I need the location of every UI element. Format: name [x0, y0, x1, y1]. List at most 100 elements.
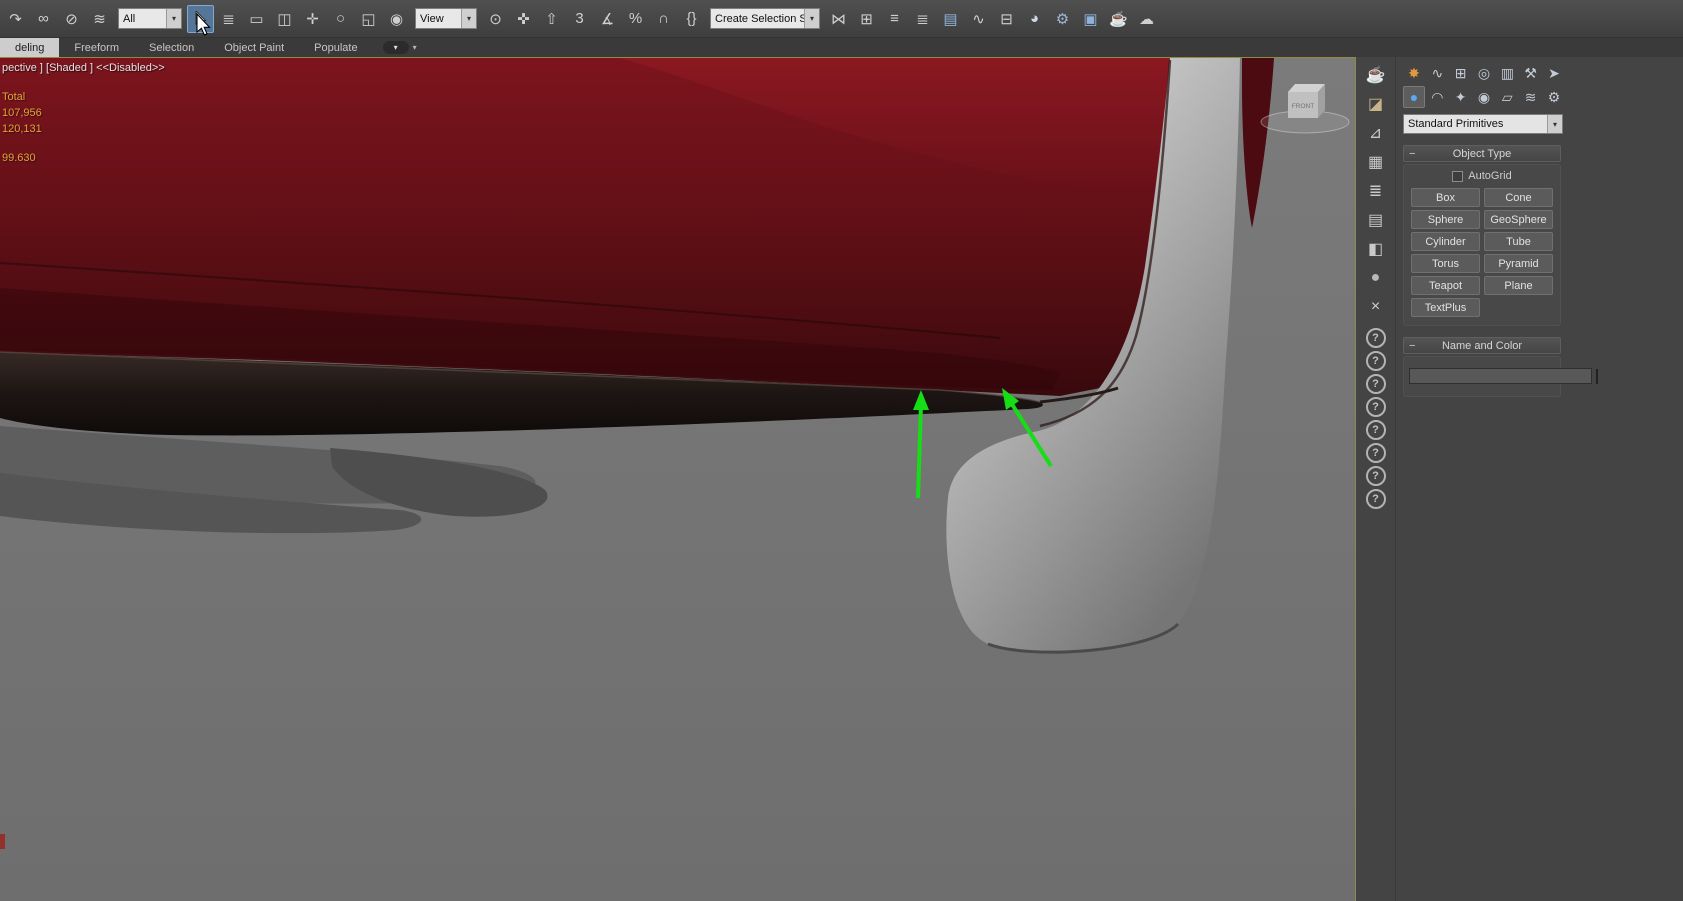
panel-overflow[interactable]: ➤	[1543, 62, 1565, 84]
command-panel: ✸ ∿ ⊞ ◎ ▥ ⚒ ➤ ● ◠ ✦ ◉ ▱ ≋ ⚙ Standard Pri…	[1395, 57, 1683, 901]
dropdown-arrow-icon[interactable]: ▾	[804, 9, 819, 28]
edit-named-selection-sets-button[interactable]: {}	[678, 5, 705, 33]
primitives-dropdown-value: Standard Primitives	[1408, 118, 1504, 130]
category-cameras[interactable]: ◉	[1473, 86, 1495, 108]
measure-icon[interactable]: ⊿	[1364, 122, 1388, 143]
material-editor-button[interactable]: ◕	[1021, 5, 1048, 33]
window-crossing-toggle[interactable]: ◫	[271, 5, 298, 33]
tab-modify[interactable]: ∿	[1426, 62, 1448, 84]
teapot-button[interactable]: Teapot	[1411, 276, 1480, 295]
box-button[interactable]: Box	[1411, 188, 1480, 207]
tab-create[interactable]: ✸	[1403, 62, 1425, 84]
category-helpers[interactable]: ▱	[1496, 86, 1518, 108]
cylinder-button[interactable]: Cylinder	[1411, 232, 1480, 251]
select-and-place-button[interactable]: ◉	[383, 5, 410, 33]
viewport-label[interactable]: pective ] [Shaded ] <<Disabled>>	[2, 62, 165, 74]
category-lights[interactable]: ✦	[1450, 86, 1472, 108]
dropdown-arrow-icon[interactable]: ▾	[166, 9, 181, 28]
render-teapot-icon[interactable]: ☕	[1364, 64, 1388, 85]
mirror-button[interactable]: ⋈	[825, 5, 852, 33]
reference-coordinate-system-dropdown[interactable]: View ▾	[415, 8, 477, 29]
torus-button[interactable]: Torus	[1411, 254, 1480, 273]
object-type-rollout-header[interactable]: − Object Type	[1403, 145, 1561, 162]
render-in-cloud-button[interactable]: ☁	[1133, 5, 1160, 33]
help-icon[interactable]: ?	[1365, 328, 1386, 348]
docked-side-toolbar: ☕ ◪ ⊿ ▦ ≣ ▤ ◧ ● × ? ? ? ? ? ? ? ?	[1356, 57, 1395, 901]
help-icon[interactable]: ?	[1365, 443, 1386, 463]
tab-modeling[interactable]: deling	[0, 38, 60, 57]
bind-to-space-warp-button[interactable]: ≋	[86, 5, 113, 33]
help-icon[interactable]: ?	[1365, 466, 1386, 486]
delete-icon[interactable]: ×	[1364, 296, 1388, 317]
checker-pattern-icon[interactable]: ▦	[1364, 151, 1388, 172]
pyramid-button[interactable]: Pyramid	[1484, 254, 1553, 273]
tab-utilities[interactable]: ⚒	[1520, 62, 1542, 84]
rectangular-selection-region-button[interactable]: ▭	[243, 5, 270, 33]
autogrid-checkbox[interactable]	[1452, 170, 1464, 182]
toggle-layer-explorer-button[interactable]: ≣	[909, 5, 936, 33]
object-name-input[interactable]	[1409, 368, 1592, 384]
dropdown-arrow-icon[interactable]: ▾	[461, 9, 476, 28]
tab-populate[interactable]: Populate	[299, 38, 372, 57]
use-pivot-point-center-button[interactable]: ⊙	[482, 5, 509, 33]
tab-freeform[interactable]: Freeform	[59, 38, 134, 57]
help-icon[interactable]: ?	[1365, 397, 1386, 417]
tab-motion[interactable]: ◎	[1473, 62, 1495, 84]
rendered-frame-window-button[interactable]: ▣	[1077, 5, 1104, 33]
toggle-ribbon-button[interactable]: ▤	[937, 5, 964, 33]
tab-object-paint[interactable]: Object Paint	[209, 38, 299, 57]
tab-hierarchy[interactable]: ⊞	[1450, 62, 1472, 84]
tab-selection[interactable]: Selection	[134, 38, 209, 57]
collapse-icon[interactable]: −	[1409, 148, 1415, 160]
geosphere-button[interactable]: GeoSphere	[1484, 210, 1553, 229]
select-and-manipulate-button[interactable]: ✜	[510, 5, 537, 33]
tab-display[interactable]: ▥	[1496, 62, 1518, 84]
render-production-button[interactable]: ☕	[1105, 5, 1132, 33]
textplus-button[interactable]: TextPlus	[1411, 298, 1480, 317]
keyboard-shortcut-override-toggle[interactable]: ⇧	[538, 5, 565, 33]
render-setup-button[interactable]: ⚙	[1049, 5, 1076, 33]
angle-snap-toggle[interactable]: ∡	[594, 5, 621, 33]
sphere-button[interactable]: Sphere	[1411, 210, 1480, 229]
open-folder-icon[interactable]: ◪	[1364, 93, 1388, 114]
selection-filter-dropdown[interactable]: All ▾	[118, 8, 182, 29]
category-systems[interactable]: ⚙	[1543, 86, 1565, 108]
select-by-name-button[interactable]: ≣	[215, 5, 242, 33]
select-and-scale-button[interactable]: ◱	[355, 5, 382, 33]
category-shapes[interactable]: ◠	[1426, 86, 1448, 108]
redo-button[interactable]: ↷	[2, 5, 29, 33]
curve-editor-button[interactable]: ∿	[965, 5, 992, 33]
cone-button[interactable]: Cone	[1484, 188, 1553, 207]
schematic-view-button[interactable]: ⊟	[993, 5, 1020, 33]
dropdown-arrow-icon[interactable]: ▾	[1547, 115, 1562, 133]
collapse-icon[interactable]: −	[1409, 340, 1415, 352]
align-button[interactable]: ⊞	[853, 5, 880, 33]
category-space-warps[interactable]: ≋	[1520, 86, 1542, 108]
help-icon[interactable]: ?	[1365, 374, 1386, 394]
name-and-color-rollout-header[interactable]: − Name and Color	[1403, 337, 1561, 354]
primitives-category-dropdown[interactable]: Standard Primitives ▾	[1403, 114, 1563, 134]
perspective-viewport[interactable]: FRONT pective ] [Shaded ] <<Disabled>> T…	[0, 57, 1356, 901]
help-icon[interactable]: ?	[1365, 351, 1386, 371]
half-shade-icon[interactable]: ◧	[1364, 238, 1388, 259]
help-icon[interactable]: ?	[1365, 489, 1386, 509]
category-geometry[interactable]: ●	[1403, 86, 1425, 108]
percent-snap-toggle[interactable]: %	[622, 5, 649, 33]
unlink-selection-button[interactable]: ⊘	[58, 5, 85, 33]
select-and-link-button[interactable]: ∞	[30, 5, 57, 33]
select-and-move-button[interactable]: ✛	[299, 5, 326, 33]
ribbon-minimize-caret-icon[interactable]: ▾	[413, 43, 417, 52]
toggle-scene-explorer-button[interactable]: ≡	[881, 5, 908, 33]
plane-button[interactable]: Plane	[1484, 276, 1553, 295]
help-icon[interactable]: ?	[1365, 420, 1386, 440]
ribbon-minimize-button[interactable]: ▾	[382, 41, 409, 54]
brick-pattern-icon[interactable]: ▤	[1364, 209, 1388, 230]
snap-toggle-3d[interactable]: 3	[566, 5, 593, 33]
select-and-rotate-button[interactable]: ○	[327, 5, 354, 33]
tube-button[interactable]: Tube	[1484, 232, 1553, 251]
named-selection-sets-dropdown[interactable]: Create Selection Se ▾	[710, 8, 820, 29]
object-color-swatch[interactable]	[1596, 368, 1598, 384]
layer-stack-icon[interactable]: ≣	[1364, 180, 1388, 201]
spinner-snap-toggle[interactable]: ∩	[650, 5, 677, 33]
sphere-icon[interactable]: ●	[1364, 267, 1388, 288]
